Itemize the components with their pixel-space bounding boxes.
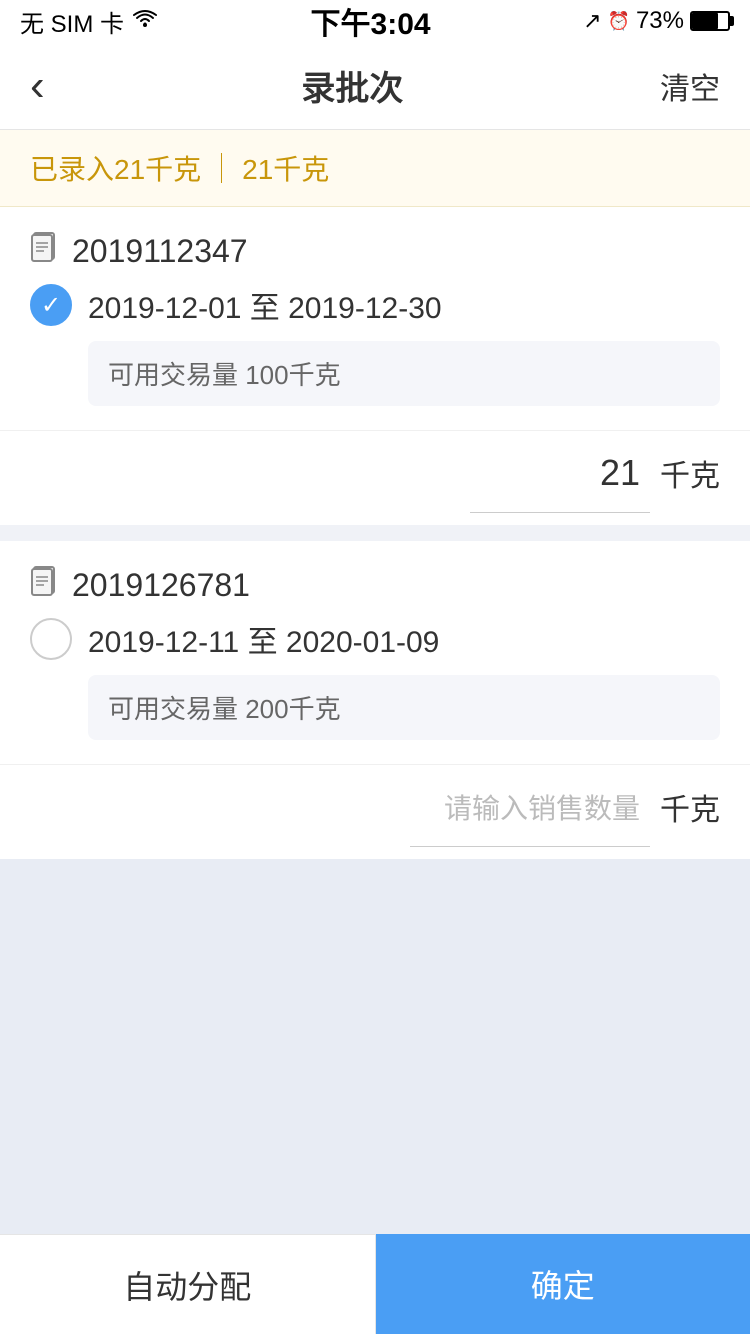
batch-1-qty-value: 21 [600, 452, 640, 494]
alarm-icon: ⏰ [608, 11, 630, 32]
nav-bar: ‹ 录批次 清空 [0, 42, 750, 130]
bottom-bar: 自动分配 确定 [0, 1234, 750, 1334]
batch-1-qty-row: 21 千克 [0, 430, 750, 525]
recorded-label: 已录入21千克 [30, 148, 201, 188]
batch-1-radio[interactable]: ✓ [30, 284, 72, 326]
empty-area [0, 859, 750, 1259]
batch-2-input-placeholder: 请输入销售数量 [444, 787, 640, 827]
batch-2-available: 可用交易量 200千克 [88, 675, 720, 740]
back-button[interactable]: ‹ [30, 61, 45, 111]
doc-icon-2 [30, 565, 62, 605]
wifi-icon [132, 7, 158, 35]
auto-distribute-button[interactable]: 自动分配 [0, 1234, 376, 1334]
batch-2-input-row[interactable]: 请输入销售数量 千克 [0, 764, 750, 859]
batch-2-radio[interactable] [30, 618, 72, 660]
status-time: 下午3:04 [311, 0, 431, 43]
page-title: 录批次 [301, 61, 403, 110]
status-right: ↗ ⏰ 73% [583, 7, 730, 35]
batch-2-id: 2019126781 [72, 567, 250, 604]
check-icon-1: ✓ [41, 291, 61, 320]
clear-button[interactable]: 清空 [660, 64, 720, 108]
info-divider [221, 153, 222, 183]
qty-underline-1 [470, 512, 650, 513]
info-banner: 已录入21千克 21千克 [0, 130, 750, 207]
batch-1-date: 2019-12-01 至 2019-12-30 [88, 283, 442, 327]
qty-underline-2 [410, 846, 650, 847]
status-bar: 无 SIM 卡 下午3:04 ↗ ⏰ 73% [0, 0, 750, 42]
location-icon: ↗ [583, 8, 601, 34]
batch-item-1: 2019112347 ✓ 2019-12-01 至 2019-12-30 可用交… [0, 207, 750, 430]
batch-1-header: 2019112347 [30, 231, 720, 271]
batch-1-date-row[interactable]: ✓ 2019-12-01 至 2019-12-30 [30, 283, 720, 327]
batch-2-input-unit: 千克 [660, 785, 720, 829]
battery-percent: 73% [636, 7, 684, 35]
sim-text: 无 SIM 卡 [20, 4, 124, 39]
section-divider [0, 525, 750, 541]
batch-2-date: 2019-12-11 至 2020-01-09 [88, 617, 439, 661]
batch-1-available: 可用交易量 100千克 [88, 341, 720, 406]
recorded-value: 21千克 [242, 148, 329, 188]
status-left: 无 SIM 卡 [20, 4, 158, 39]
doc-icon-1 [30, 231, 62, 271]
batch-2-header: 2019126781 [30, 565, 720, 605]
battery-icon [690, 11, 730, 31]
confirm-button[interactable]: 确定 [376, 1234, 750, 1334]
batch-1-qty-unit: 千克 [660, 451, 720, 495]
batch-item-2: 2019126781 2019-12-11 至 2020-01-09 可用交易量… [0, 541, 750, 764]
batch-2-date-row[interactable]: 2019-12-11 至 2020-01-09 [30, 617, 720, 661]
batch-1-id: 2019112347 [72, 233, 248, 270]
